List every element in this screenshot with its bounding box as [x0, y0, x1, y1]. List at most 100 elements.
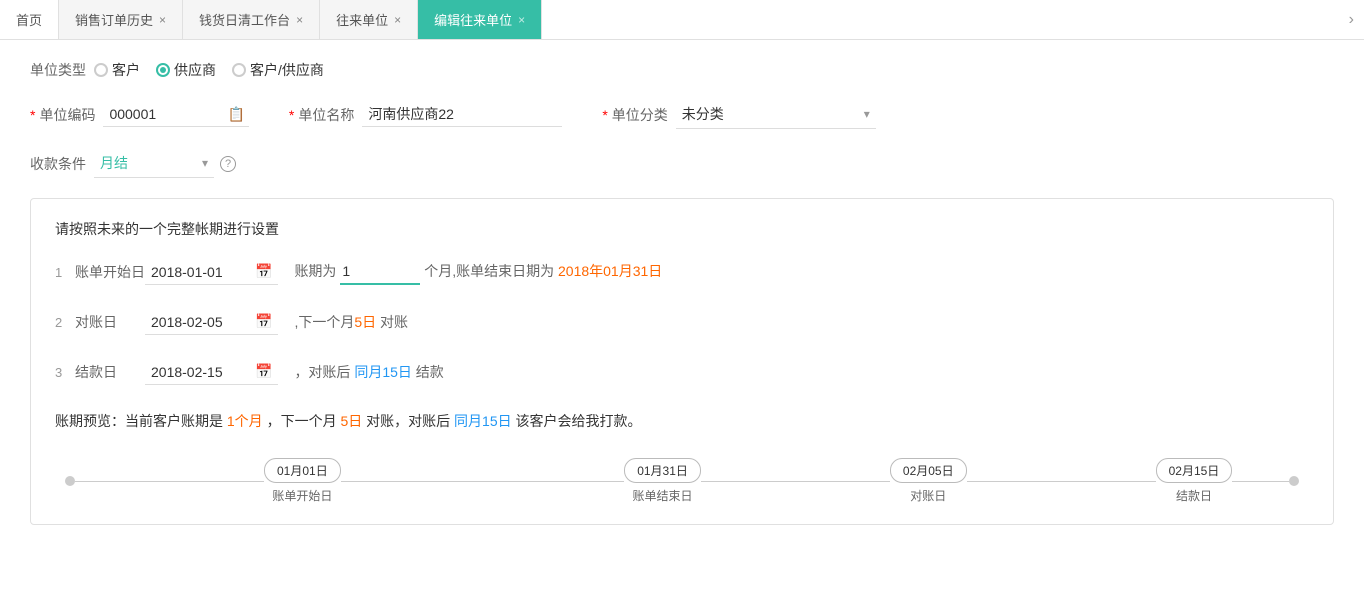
tab-partner[interactable]: 往来单位 ×: [320, 0, 418, 39]
unit-code-icon[interactable]: 📋: [223, 104, 248, 125]
timeline-badge-2: 01月31日: [624, 458, 701, 483]
preview-middle2: 对账，对账后: [366, 413, 450, 429]
unit-code-input[interactable]: [103, 102, 223, 126]
row2-highlight: 5日: [354, 314, 376, 330]
category-chevron-icon: ▾: [864, 107, 870, 121]
payment-terms-chevron-icon: ▾: [202, 156, 208, 170]
tab-home[interactable]: 首页: [0, 0, 59, 39]
timeline-label-2: 账单结束日: [633, 487, 693, 504]
tab-cash-work-close[interactable]: ×: [296, 13, 303, 27]
row3-highlight: 同月15日: [354, 364, 412, 380]
payment-date-calendar-icon[interactable]: 📅: [255, 363, 272, 380]
payment-terms-row: 收款条件 月结 ▾ ?: [30, 149, 1334, 178]
timeline: 01月01日 账单开始日 01月31日 账单结束日 02月05日 对账日: [65, 458, 1299, 504]
unit-code-label: 单位编码: [39, 105, 95, 125]
unit-code-star: *: [30, 107, 35, 123]
section-row-2: 2 对账日 📅 ,下一个月5日 对账: [55, 309, 1309, 335]
row-label-1: 账单开始日: [75, 262, 145, 282]
unit-category-star: *: [602, 107, 607, 123]
row-num-2: 2: [55, 315, 75, 330]
reconcile-date-calendar-icon[interactable]: 📅: [255, 313, 272, 330]
row-label-3: 结款日: [75, 362, 145, 382]
tab-partner-close[interactable]: ×: [394, 13, 401, 27]
timeline-badge-4: 02月15日: [1156, 458, 1233, 483]
timeline-badge-3: 02月05日: [890, 458, 967, 483]
section-row-1: 1 账单开始日 📅 账期为 个月,账单结束日期为 2018年01月31日: [55, 259, 1309, 285]
timeline-item-1: 01月01日 账单开始日: [264, 458, 341, 504]
payment-date-input[interactable]: [151, 364, 251, 380]
timeline-line-5: [1232, 481, 1289, 482]
timeline-line-3: [701, 481, 890, 482]
unit-type-row: 单位类型 客户 供应商 客户/供应商: [30, 60, 1334, 80]
timeline-start-dot: [65, 476, 75, 486]
tabs-scroll-right[interactable]: ›: [1339, 11, 1364, 29]
payment-date-field: 📅: [145, 359, 278, 385]
row1-desc: 账期为 个月,账单结束日期为 2018年01月31日: [294, 259, 662, 285]
unit-name-star: *: [289, 107, 294, 123]
radio-both[interactable]: 客户/供应商: [232, 60, 324, 80]
preview-part1: 1个月: [227, 413, 263, 429]
end-date-highlight: 2018年01月31日: [558, 263, 662, 279]
radio-customer-label: 客户: [112, 60, 140, 80]
radio-supplier[interactable]: 供应商: [156, 60, 216, 80]
timeline-item-2: 01月31日 账单结束日: [624, 458, 701, 504]
row-label-2: 对账日: [75, 312, 145, 332]
unit-name-input[interactable]: [362, 102, 562, 127]
tab-cash-work-label: 钱货日清工作台: [199, 10, 290, 29]
payment-terms-value: 月结: [100, 153, 202, 173]
tab-sales-history-close[interactable]: ×: [159, 13, 166, 27]
row3-desc-suffix: 结款: [412, 364, 444, 380]
timeline-end-dot: [1289, 476, 1299, 486]
row3-desc: ，对账后 同月15日 结款: [294, 362, 443, 382]
unit-category-select[interactable]: 未分类 ▾: [676, 100, 876, 129]
radio-customer[interactable]: 客户: [94, 60, 140, 80]
tab-edit-partner[interactable]: 编辑往来单位 ×: [418, 0, 542, 39]
preview-middle1: ，下一个月: [267, 413, 337, 429]
timeline-line-1: [75, 481, 264, 482]
main-content: 单位类型 客户 供应商 客户/供应商 * 单位编码 📋 * 单位名称: [0, 40, 1364, 608]
tab-partner-label: 往来单位: [336, 10, 388, 29]
row2-desc-prefix: ,下一个月: [294, 314, 354, 330]
payment-terms-label: 收款条件: [30, 154, 86, 174]
tabs-bar: 首页 销售订单历史 × 钱货日清工作台 × 往来单位 × 编辑往来单位 × ›: [0, 0, 1364, 40]
tab-sales-history[interactable]: 销售订单历史 ×: [59, 0, 183, 39]
unit-type-label: 单位类型: [30, 60, 86, 80]
timeline-label-3: 对账日: [910, 487, 946, 504]
radio-supplier-circle: [156, 63, 170, 77]
preview-part3: 同月15日: [454, 413, 512, 429]
preview-prefix: 账期预览：当前客户账期是: [55, 413, 223, 429]
help-icon[interactable]: ?: [220, 156, 236, 172]
radio-supplier-label: 供应商: [174, 60, 216, 80]
radio-group: 客户 供应商 客户/供应商: [94, 60, 324, 80]
tab-home-label: 首页: [16, 10, 42, 29]
start-date-calendar-icon[interactable]: 📅: [255, 263, 272, 280]
timeline-line-2: [341, 481, 625, 482]
timeline-label-1: 账单开始日: [272, 487, 332, 504]
reconcile-date-field: 📅: [145, 309, 278, 335]
unit-code-field: 📋: [103, 102, 248, 127]
row2-desc: ,下一个月5日 对账: [294, 312, 408, 332]
row-num-3: 3: [55, 365, 75, 380]
tab-sales-history-label: 销售订单历史: [75, 10, 153, 29]
timeline-label-4: 结款日: [1176, 487, 1212, 504]
payment-terms-select[interactable]: 月结 ▾: [94, 149, 214, 178]
reconcile-date-input[interactable]: [151, 314, 251, 330]
radio-both-label: 客户/供应商: [250, 60, 324, 80]
row-num-1: 1: [55, 265, 75, 280]
tab-edit-partner-label: 编辑往来单位: [434, 10, 512, 29]
row2-desc-suffix: 对账: [376, 314, 408, 330]
unit-category-value: 未分类: [682, 104, 864, 124]
row1-desc-suffix: 个月,账单结束日期为: [424, 263, 554, 279]
radio-customer-circle: [94, 63, 108, 77]
months-input[interactable]: [340, 259, 420, 285]
start-date-input[interactable]: [151, 264, 251, 280]
fields-row: * 单位编码 📋 * 单位名称 * 单位分类 未分类 ▾: [30, 100, 1334, 129]
timeline-line-4: [967, 481, 1156, 482]
radio-both-circle: [232, 63, 246, 77]
start-date-field: 📅: [145, 259, 278, 285]
tab-edit-partner-close[interactable]: ×: [518, 13, 525, 27]
tab-cash-work[interactable]: 钱货日清工作台 ×: [183, 0, 320, 39]
unit-name-label: 单位名称: [298, 105, 354, 125]
timeline-badge-1: 01月01日: [264, 458, 341, 483]
section-row-3: 3 结款日 📅 ，对账后 同月15日 结款: [55, 359, 1309, 385]
